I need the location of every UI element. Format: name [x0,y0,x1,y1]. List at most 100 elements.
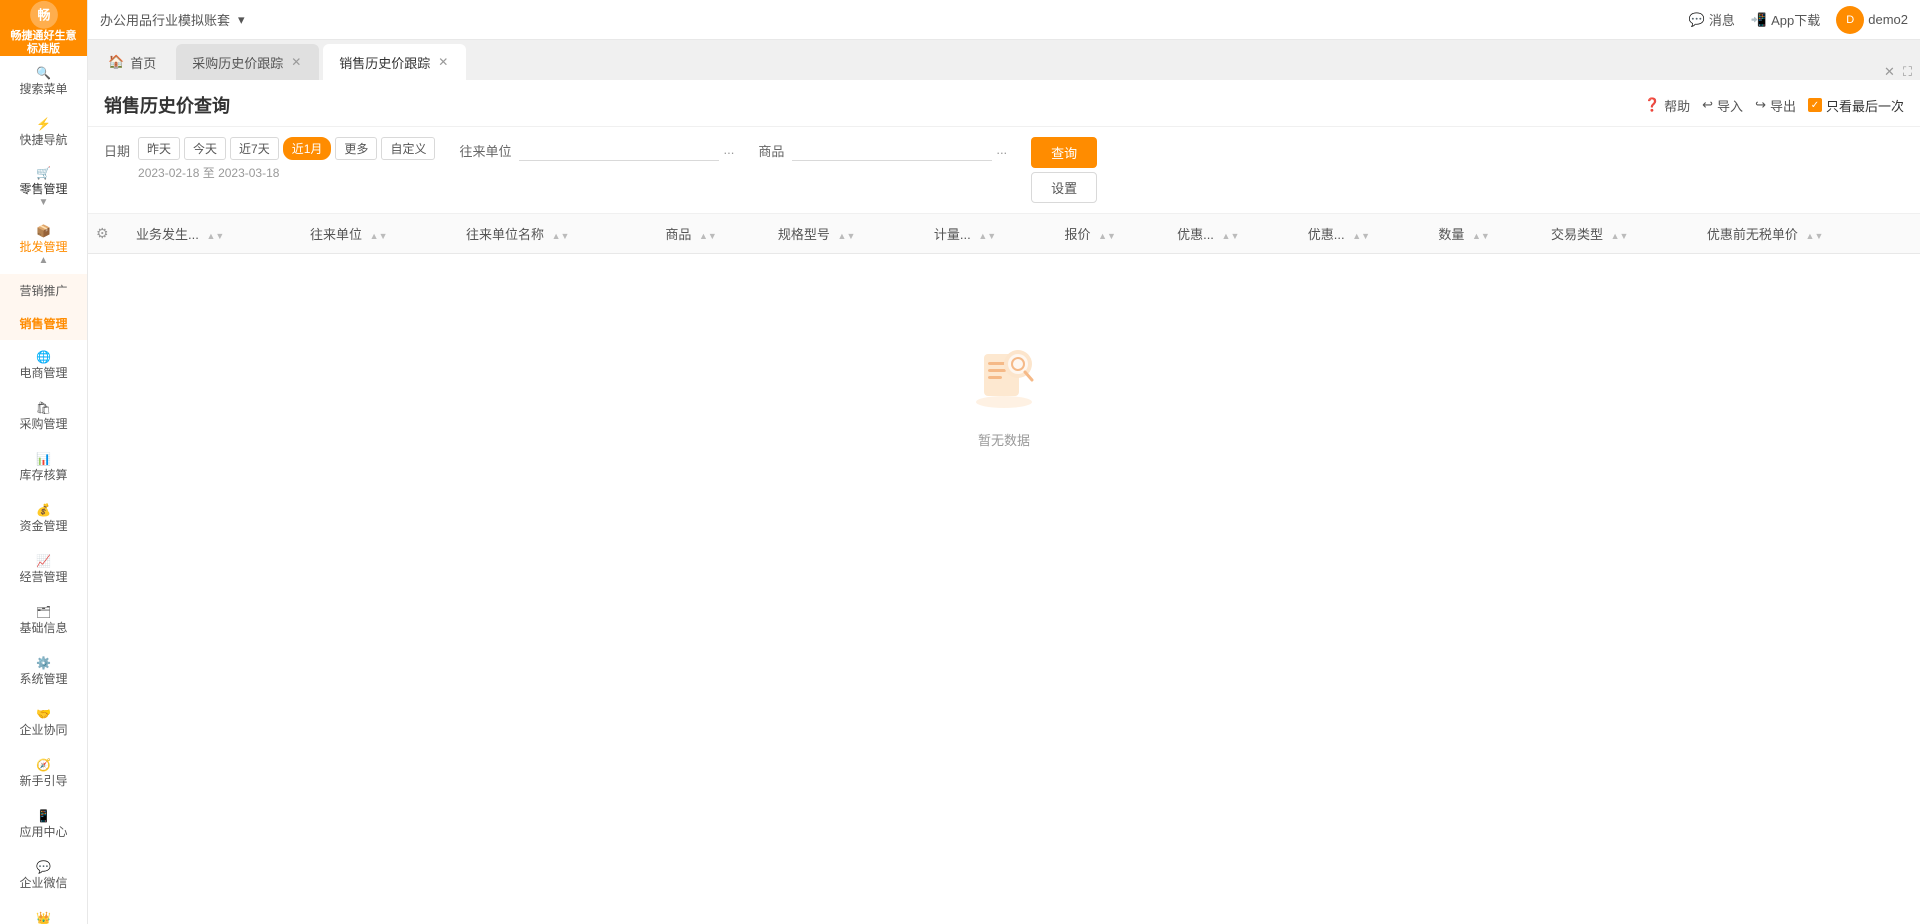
col-trade-type[interactable]: 交易类型 ▲▼ [1543,214,1699,254]
sidebar-item-wechat[interactable]: 💬 企业微信 [0,850,88,901]
filter-action-btns: 查询 设置 [1031,137,1097,203]
sidebar-item-member[interactable]: 👑 畅会员 [0,901,88,924]
date-btn-today[interactable]: 今天 [184,137,226,160]
tab-sales-history[interactable]: 销售历史价跟踪 ✕ [323,44,466,80]
tab-purchase-label: 采购历史价跟踪 [192,53,283,72]
tab-sales-close-icon[interactable]: ✕ [436,53,450,71]
app-download-label: App下载 [1771,10,1820,29]
quicknav-icon: ⚡ [36,117,51,131]
sidebar-item-enterprise[interactable]: 🤝 企业协同 [0,697,88,748]
help-icon: ❓ [1644,97,1660,113]
page-title: 销售历史价查询 [104,92,230,118]
sidebar-item-apps[interactable]: 📱 应用中心 [0,799,88,850]
sidebar-item-sales[interactable]: 销售管理 [0,307,88,340]
message-button[interactable]: 💬 消息 [1689,10,1735,29]
col-goods-label: 商品 [665,227,691,242]
col-partner-name[interactable]: 往来单位名称 ▲▼ [458,214,657,254]
page-actions: ❓ 帮助 ↩ 导入 ↪ 导出 ✓ 只看最后一次 [1644,96,1904,115]
app-logo: 畅 畅捷通好生意 标准版 [0,0,88,56]
col-discount1[interactable]: 优惠... ▲▼ [1169,214,1300,254]
table-header: ⚙ 业务发生... ▲▼ 往来单位 ▲▼ 往来单位名称 ▲▼ [88,214,1920,254]
col-settings-icon[interactable]: ⚙ [96,225,109,241]
date-range-text: 2023-02-18 至 2023-03-18 [138,164,435,181]
sort-pretax-price-icon: ▲▼ [1806,231,1824,241]
sidebar-item-purchase[interactable]: 🛍 采购管理 [0,391,88,442]
system-label: 系统管理 [19,670,67,687]
user-menu[interactable]: D demo2 [1836,6,1908,34]
date-btn-7days[interactable]: 近7天 [230,137,279,160]
empty-text: 暂无数据 [978,430,1030,449]
sidebar-item-quicknav[interactable]: ⚡ 快捷导航 [0,107,88,158]
help-button[interactable]: ❓ 帮助 [1644,96,1690,115]
partner-input[interactable] [519,137,719,161]
col-unit[interactable]: 计量... ▲▼ [926,214,1057,254]
partner-input-dots[interactable]: ... [723,142,734,157]
close-tab-icon[interactable]: ✕ [1884,64,1895,80]
view-last-checkbox[interactable]: ✓ 只看最后一次 [1808,96,1904,115]
sidebar-item-guide[interactable]: 🧭 新手引导 [0,748,88,799]
sort-partner-code-icon: ▲▼ [370,231,388,241]
goods-filter-group: 商品 ... [758,137,1007,161]
goods-input[interactable] [792,137,992,161]
sort-spec-icon: ▲▼ [838,231,856,241]
col-quote-label: 报价 [1065,227,1091,242]
col-partner-code[interactable]: 往来单位 ▲▼ [302,214,458,254]
col-goods[interactable]: 商品 ▲▼ [657,214,770,254]
import-label: 导入 [1717,96,1743,115]
purchase-label: 采购管理 [19,415,67,432]
tab-purchase-close-icon[interactable]: ✕ [289,53,303,71]
sort-discount1-icon: ▲▼ [1222,231,1240,241]
sidebar-item-ecommerce[interactable]: 🌐 电商管理 [0,340,88,391]
topbar-dropdown-icon[interactable]: ▾ [238,12,245,28]
sidebar-item-operations[interactable]: 📈 经营管理 [0,544,88,595]
date-btn-yesterday[interactable]: 昨天 [138,137,180,160]
view-last-label: 只看最后一次 [1826,96,1904,115]
col-quote[interactable]: 报价 ▲▼ [1057,214,1170,254]
date-btn-1month[interactable]: 近1月 [283,137,332,160]
sidebar-item-retail[interactable]: 🛒 零售管理 ▼ [0,158,88,216]
sidebar-item-basic[interactable]: 🗂 基础信息 [0,595,88,646]
settings-button[interactable]: 设置 [1031,172,1097,203]
import-button[interactable]: ↩ 导入 [1702,96,1743,115]
sort-trade-type-icon: ▲▼ [1611,231,1629,241]
col-spec[interactable]: 规格型号 ▲▼ [770,214,926,254]
export-button[interactable]: ↪ 导出 [1755,96,1796,115]
sidebar-item-finance[interactable]: 💰 资金管理 [0,493,88,544]
guide-label: 新手引导 [19,772,67,789]
sidebar-item-system[interactable]: ⚙️ 系统管理 [0,646,88,697]
date-btn-more[interactable]: 更多 [335,137,377,160]
logo-text: 畅捷通好生意 [11,30,77,43]
col-trade-type-label: 交易类型 [1551,227,1603,242]
maximize-icon[interactable]: ⛶ [1903,64,1912,80]
col-settings: ⚙ [88,214,128,254]
col-quantity[interactable]: 数量 ▲▼ [1430,214,1543,254]
empty-state: 暂无数据 [88,254,1920,529]
sidebar-item-search[interactable]: 🔍 搜索菜单 [0,56,88,107]
sidebar-quicknav-label: 快捷导航 [19,131,67,148]
sidebar-item-marketing[interactable]: 营销推广 [0,274,88,307]
col-biz-date[interactable]: 业务发生... ▲▼ [128,214,302,254]
tab-home[interactable]: 🏠 首页 [92,44,172,80]
date-btns-row: 昨天 今天 近7天 近1月 更多 自定义 [138,137,435,160]
col-discount2[interactable]: 优惠... ▲▼ [1300,214,1431,254]
enterprise-icon: 🤝 [36,707,51,721]
topbar-left: 办公用品行业模拟账套 ▾ [100,10,245,29]
goods-input-dots[interactable]: ... [996,142,1007,157]
date-btn-custom[interactable]: 自定义 [381,137,435,160]
app-download-button[interactable]: 📲 App下载 [1751,10,1820,29]
sidebar-item-wholesale[interactable]: 📦 批发管理 ▲ [0,216,88,274]
table-container: ⚙ 业务发生... ▲▼ 往来单位 ▲▼ 往来单位名称 ▲▼ [88,214,1920,924]
table-header-row: ⚙ 业务发生... ▲▼ 往来单位 ▲▼ 往来单位名称 ▲▼ [88,214,1920,254]
tab-purchase-history[interactable]: 采购历史价跟踪 ✕ [176,44,319,80]
operations-label: 经营管理 [19,568,67,585]
message-icon: 💬 [1689,12,1705,28]
user-avatar: D [1836,6,1864,34]
checkbox-icon: ✓ [1808,98,1822,112]
retail-label: 零售管理 [19,180,67,197]
col-pretax-price[interactable]: 优惠前无税单价 ▲▼ [1699,214,1920,254]
goods-filter-label: 商品 [758,137,784,160]
partner-filter-group: 往来单位 ... [459,137,734,161]
sidebar-item-inventory[interactable]: 📊 库存核算 [0,442,88,493]
query-button[interactable]: 查询 [1031,137,1097,168]
download-icon: 📲 [1751,12,1767,28]
